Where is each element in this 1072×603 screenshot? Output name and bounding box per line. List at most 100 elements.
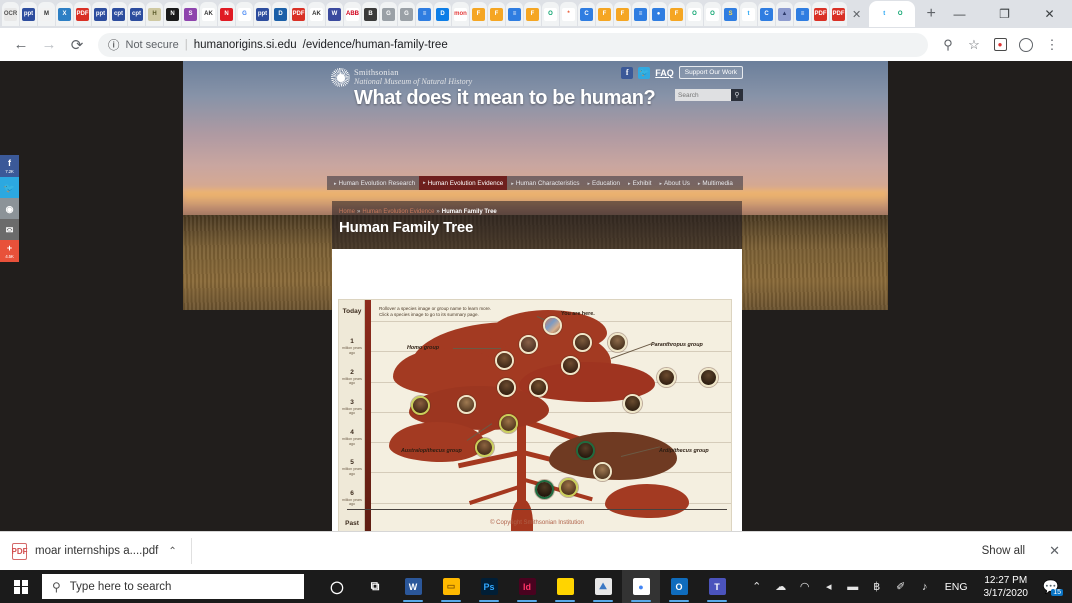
minimize-button[interactable]: — <box>937 0 982 28</box>
species-node-homo-7[interactable] <box>529 378 548 397</box>
tab-google[interactable]: G <box>236 2 253 26</box>
species-node-homo-5[interactable] <box>561 356 580 375</box>
show-all-downloads-button[interactable]: Show all <box>972 541 1035 561</box>
tab-mon[interactable]: mon <box>452 2 469 26</box>
tab-moto[interactable]: M <box>38 2 55 26</box>
species-node-homo-6[interactable] <box>497 378 516 397</box>
species-node-homo-4[interactable] <box>495 351 514 370</box>
clock[interactable]: 12:27 PM 3/17/2020 <box>976 574 1037 600</box>
species-node-ardipithecus-2[interactable] <box>593 462 612 481</box>
species-node-ardipithecus-3[interactable] <box>535 480 554 499</box>
extension-icon[interactable]: ● <box>988 33 1012 57</box>
file-explorer-icon[interactable]: ▭ <box>432 570 470 603</box>
download-item[interactable]: PDF moar internships a....pdf <box>12 542 158 560</box>
photoshop-icon[interactable]: Ps <box>470 570 508 603</box>
battery-icon[interactable]: ▬ <box>841 570 865 603</box>
tab-doc-1[interactable]: ≡ <box>416 2 433 26</box>
forward-button[interactable]: → <box>36 32 62 58</box>
page-search-icon[interactable]: ⚲ <box>936 33 960 57</box>
taskbar-search-box[interactable]: ⚲ Type here to search <box>42 574 304 599</box>
tab-abb[interactable]: ABB <box>344 2 361 26</box>
nav-item-human-evolution-research[interactable]: ▸ Human Evolution Research <box>330 177 419 190</box>
tab-w[interactable]: W <box>326 2 343 26</box>
chrome-icon[interactable]: ● <box>622 570 660 603</box>
species-node-australopithecus-2[interactable] <box>457 395 476 414</box>
cortana-icon[interactable]: ◯ <box>318 570 356 603</box>
tab-pdf-2[interactable]: PDF <box>290 2 307 26</box>
tab-ppt-3[interactable]: ppt <box>254 2 271 26</box>
tab-burst[interactable]: * <box>560 2 577 26</box>
species-node-human-today[interactable] <box>543 316 562 335</box>
tab-fan-6[interactable]: F <box>668 2 685 26</box>
maximize-button[interactable]: ❐ <box>982 0 1027 28</box>
back-button[interactable]: ← <box>8 32 34 58</box>
facebook-share[interactable]: f 7.2K <box>0 155 19 177</box>
tab-dropbox[interactable]: D <box>434 2 451 26</box>
download-menu-chevron-icon[interactable]: ⌃ <box>168 546 176 557</box>
nav-item-multimedia[interactable]: ▸ Multimedia <box>694 177 737 190</box>
tab-red-n[interactable]: N <box>218 2 235 26</box>
homo-group-label[interactable]: Homo group <box>407 345 439 351</box>
tab-ak[interactable]: AK <box>200 2 217 26</box>
species-node-australopithecus-4[interactable] <box>475 438 494 457</box>
tab-fan-4[interactable]: F <box>596 2 613 26</box>
tab-close-icon[interactable]: ✕ <box>852 8 861 21</box>
tab-ring-2[interactable]: O <box>686 2 703 26</box>
tab-fan-1[interactable]: F <box>470 2 487 26</box>
close-download-bar-icon[interactable]: ✕ <box>1049 543 1060 559</box>
volume-icon[interactable]: ◂ <box>817 570 841 603</box>
faq-link[interactable]: FAQ <box>655 68 674 78</box>
nav-item-education[interactable]: ▸ Education <box>584 177 625 190</box>
security-info-icon[interactable]: ⓘ <box>108 37 120 53</box>
email-share[interactable]: ✉ <box>0 219 19 240</box>
species-node-ardipithecus-4[interactable] <box>559 478 578 497</box>
show-hidden-icons[interactable]: ⌃ <box>745 570 769 603</box>
outlook-icon[interactable]: O <box>660 570 698 603</box>
ardipithecus-group-label[interactable]: Ardipithecus group <box>659 448 709 454</box>
species-node-ardipithecus-1[interactable] <box>576 441 595 460</box>
tab-fan-3[interactable]: F <box>524 2 541 26</box>
search-input[interactable] <box>675 89 731 101</box>
twitter-icon[interactable]: 🐦 <box>638 66 651 79</box>
tab-globe-2[interactable]: G <box>398 2 415 26</box>
species-node-australopithecus-3[interactable] <box>499 414 518 433</box>
tab-fan-5[interactable]: F <box>614 2 631 26</box>
nav-item-exhibit[interactable]: ▸ Exhibit <box>624 177 655 190</box>
support-our-work-button[interactable]: Support Our Work <box>678 66 743 79</box>
chrome-menu-icon[interactable]: ⋮ <box>1040 33 1064 57</box>
active-tab[interactable]: tO <box>869 1 916 27</box>
tab-wave-1[interactable]: C <box>578 2 595 26</box>
breadcrumb-item-home[interactable]: Home <box>339 209 355 215</box>
breadcrumb-item-human-evolution-evidence[interactable]: Human Evolution Evidence <box>362 209 434 215</box>
tab-doc-2[interactable]: ≡ <box>506 2 523 26</box>
tab-diamond[interactable]: D <box>272 2 289 26</box>
species-node-paranthropus-3[interactable] <box>623 394 642 413</box>
tab-ak-2[interactable]: AK <box>308 2 325 26</box>
tab-drop[interactable]: ● <box>650 2 667 26</box>
tab-ring-3[interactable]: O <box>704 2 721 26</box>
sticky-notes-icon[interactable]: ■ <box>546 570 584 603</box>
tab-globe-1[interactable]: G <box>380 2 397 26</box>
tab-doc-3[interactable]: ≡ <box>632 2 649 26</box>
twitter-share[interactable]: 🐦 <box>0 177 19 198</box>
tab-cpt-2[interactable]: cpt <box>128 2 145 26</box>
onedrive-icon[interactable]: ☁ <box>769 570 793 603</box>
tab-blue-x[interactable]: X <box>56 2 73 26</box>
wifi-icon[interactable]: ◠ <box>793 570 817 603</box>
tab-wave-2[interactable]: C <box>758 2 775 26</box>
tab-cpt-1[interactable]: cpt <box>110 2 127 26</box>
headset-icon[interactable]: ♪ <box>913 570 937 603</box>
species-node-australopithecus-1[interactable] <box>411 396 430 415</box>
nav-item-human-evolution-evidence[interactable]: ▸ Human Evolution Evidence <box>419 176 508 190</box>
indesign-icon[interactable]: Id <box>508 570 546 603</box>
tab-hand[interactable]: H <box>146 2 163 26</box>
tab-fan-2[interactable]: F <box>488 2 505 26</box>
facebook-icon[interactable]: f <box>621 66 634 79</box>
tab-dark[interactable]: B <box>362 2 379 26</box>
bluetooth-icon[interactable]: ฿ <box>865 570 889 603</box>
more-share[interactable]: +4.5K <box>0 240 19 262</box>
species-node-paranthropus-1[interactable] <box>657 368 676 387</box>
profile-avatar-icon[interactable] <box>1014 33 1038 57</box>
paranthropus-group-label[interactable]: Paranthropus group <box>651 342 703 348</box>
notification-center-icon[interactable]: 💬 15 <box>1036 570 1066 603</box>
